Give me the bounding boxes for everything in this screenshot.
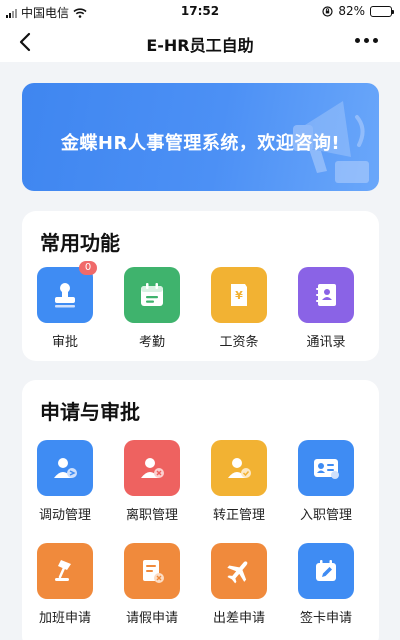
- common-item-approval[interactable]: 0 审批: [30, 261, 100, 350]
- battery-icon: [370, 5, 394, 17]
- approval-badge: 0: [79, 261, 97, 275]
- apply-item-label: 出差申请: [212, 611, 265, 626]
- apply-item-label: 离职管理: [125, 508, 178, 523]
- apply-item-sign-card[interactable]: 签卡申请: [291, 543, 361, 626]
- id-card-icon: [314, 459, 339, 479]
- common-item-label: 考勤: [138, 335, 165, 350]
- approval-tile[interactable]: 0: [37, 261, 97, 323]
- common-item-contacts[interactable]: 通讯录: [291, 267, 361, 350]
- apply-item-regularization[interactable]: 转正管理: [204, 440, 274, 523]
- onboarding-tile[interactable]: [298, 440, 354, 496]
- leave-tile[interactable]: [124, 543, 180, 599]
- apply-item-label: 签卡申请: [299, 611, 352, 626]
- page-title: E-HR员工自助: [146, 36, 254, 55]
- promo-banner[interactable]: 金蝶HR人事管理系统，欢迎咨询!: [22, 83, 379, 191]
- banner-text: 金蝶HR人事管理系统，欢迎咨询!: [60, 133, 341, 154]
- apply-approval-card: 申请与审批 调动管理 离职管理 转正管理 入职管理 加班申请 请假申请 出差申请…: [22, 380, 379, 640]
- contacts-icon: [316, 284, 336, 306]
- desk-lamp-icon: [55, 560, 71, 581]
- payslip-icon: ¥: [231, 284, 247, 306]
- apply-item-label: 调动管理: [38, 508, 91, 523]
- common-item-payslip[interactable]: ¥ 工资条: [204, 267, 274, 350]
- common-item-attendance[interactable]: 考勤: [117, 267, 187, 350]
- transfer-tile[interactable]: [37, 440, 93, 496]
- status-right: 82%: [322, 4, 394, 18]
- overtime-tile[interactable]: [37, 543, 93, 599]
- orientation-lock-icon: [322, 5, 333, 17]
- battery-percent: 82%: [338, 4, 365, 18]
- common-item-label: 审批: [51, 335, 78, 350]
- business-trip-tile[interactable]: [211, 543, 267, 599]
- common-item-label: 工资条: [219, 335, 259, 350]
- user-check-icon: [228, 458, 251, 478]
- section-title-apply: 申请与审批: [40, 400, 140, 424]
- apply-item-onboarding[interactable]: 入职管理: [291, 440, 361, 523]
- attendance-tile[interactable]: [124, 267, 180, 323]
- apply-item-label: 加班申请: [38, 611, 91, 626]
- user-remove-icon: [141, 458, 164, 478]
- regularization-tile[interactable]: [211, 440, 267, 496]
- apply-item-label: 转正管理: [212, 508, 265, 523]
- status-bar: 中国电信 17:52 82%: [0, 0, 400, 22]
- sign-card-tile[interactable]: [298, 543, 354, 599]
- apply-item-resignation[interactable]: 离职管理: [117, 440, 187, 523]
- contacts-tile[interactable]: [298, 267, 354, 323]
- user-transfer-icon: [54, 458, 77, 478]
- section-title-common: 常用功能: [40, 231, 120, 255]
- stamp-icon: [55, 283, 75, 308]
- apply-item-label: 入职管理: [299, 508, 352, 523]
- apply-item-label: 请假申请: [125, 611, 178, 626]
- svg-text:¥: ¥: [235, 289, 243, 302]
- more-options-icon[interactable]: [355, 38, 378, 43]
- apply-item-business-trip[interactable]: 出差申请: [204, 543, 274, 626]
- airplane-icon: [227, 561, 248, 584]
- apply-item-overtime[interactable]: 加班申请: [30, 543, 100, 626]
- common-item-label: 通讯录: [306, 335, 346, 350]
- calendar-icon: [141, 283, 163, 306]
- resignation-tile[interactable]: [124, 440, 180, 496]
- payslip-tile[interactable]: ¥: [211, 267, 267, 323]
- common-functions-card: 常用功能 0 审批 考勤 ¥ 工资条 通讯录: [22, 211, 379, 361]
- leave-form-icon: [143, 560, 164, 583]
- apply-item-transfer[interactable]: 调动管理: [30, 440, 100, 523]
- apply-item-leave[interactable]: 请假申请: [117, 543, 187, 626]
- nav-bar: E-HR员工自助: [0, 22, 400, 62]
- sign-card-icon: [316, 560, 336, 581]
